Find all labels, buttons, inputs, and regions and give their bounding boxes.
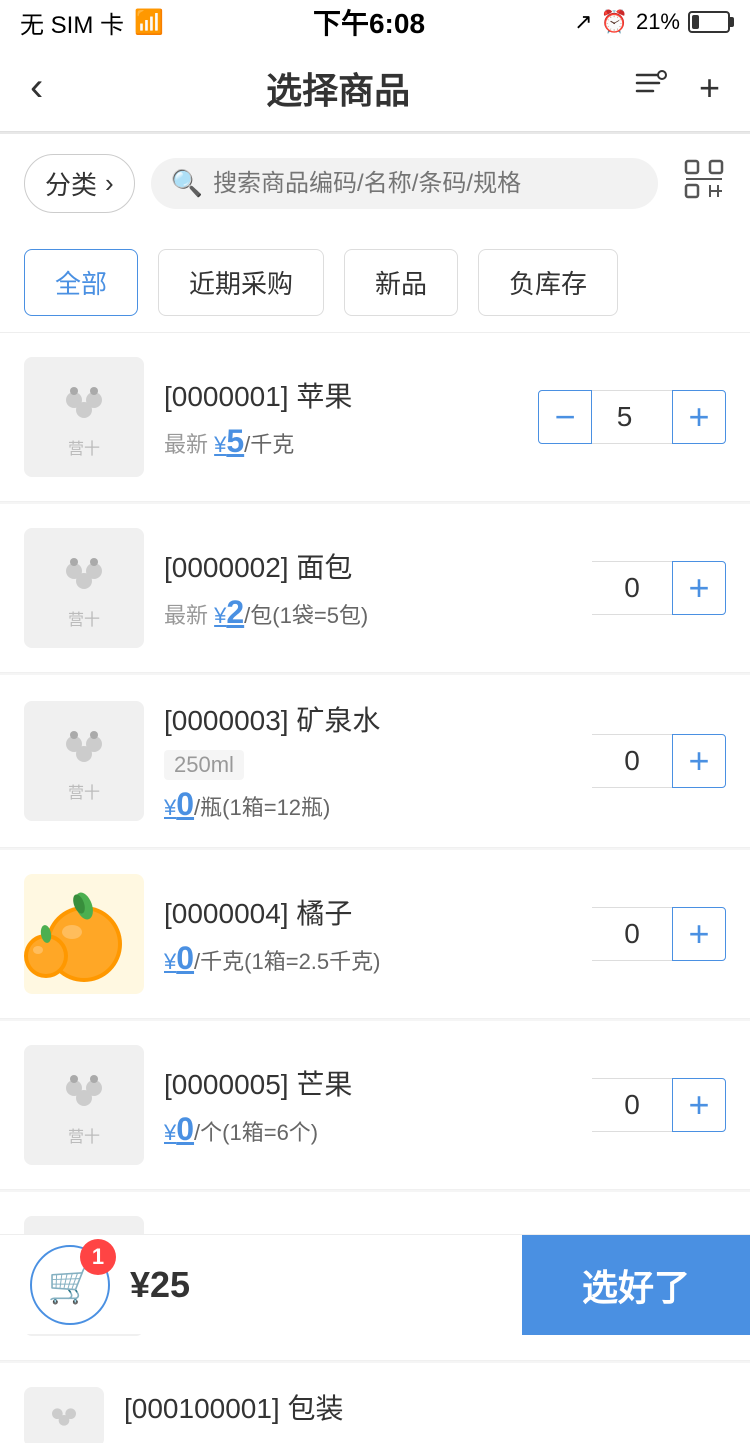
quantity-display: 0 <box>592 734 672 788</box>
status-right: ↗ ⏰ 21% <box>574 9 730 35</box>
product-thumbnail <box>24 874 144 994</box>
product-price: ¥0/个(1箱=6个) <box>164 1111 572 1148</box>
confirm-button[interactable]: 选好了 <box>522 1235 750 1335</box>
cart-total: ¥25 <box>130 1264 190 1306</box>
list-item: 营十 [0000002] 面包 最新 ¥2/包(1袋=5包) 0 + <box>0 504 750 673</box>
alarm-icon: ⏰ <box>601 9 628 35</box>
quantity-decrease-button[interactable]: − <box>538 390 592 444</box>
quantity-increase-button[interactable]: + <box>672 1078 726 1132</box>
search-box: 🔍 <box>151 158 658 209</box>
page-title: 选择商品 <box>266 62 410 114</box>
product-name: [0000001] 苹果 <box>164 375 518 415</box>
quantity-display: 0 <box>592 907 672 961</box>
quantity-control: 0 + <box>592 561 726 615</box>
quantity-control: 0 + <box>592 734 726 788</box>
product-info: [0000005] 芒果 ¥0/个(1箱=6个) <box>164 1063 572 1148</box>
list-item: [0000004] 橘子 ¥0/千克(1箱=2.5千克) 0 + <box>0 850 750 1019</box>
placeholder-image <box>24 1387 104 1443</box>
quantity-control: 0 + <box>592 1078 726 1132</box>
product-thumbnail: 营十 <box>24 357 144 477</box>
placeholder-image: 营十 <box>24 357 144 477</box>
battery-percent: 21% <box>636 9 680 35</box>
search-icon: 🔍 <box>171 168 203 199</box>
tab-recent[interactable]: 近期采购 <box>158 249 324 316</box>
location-icon: ↗ <box>574 9 592 35</box>
scan-icon[interactable] <box>682 157 726 210</box>
filter-icon[interactable] <box>633 65 669 110</box>
product-info: [0000002] 面包 最新 ¥2/包(1袋=5包) <box>164 546 572 631</box>
product-price: 最新 ¥2/包(1袋=5包) <box>164 594 572 631</box>
quantity-control: 0 + <box>592 907 726 961</box>
product-name: [0000002] 面包 <box>164 546 572 586</box>
status-bar: 无 SIM 卡 📶 下午6:08 ↗ ⏰ 21% <box>0 0 750 44</box>
nav-right: + <box>633 65 720 110</box>
placeholder-image: 营十 <box>24 1045 144 1165</box>
quantity-display: 0 <box>592 561 672 615</box>
product-name: [0000005] 芒果 <box>164 1063 572 1103</box>
product-price: ¥0/瓶(1箱=12瓶) <box>164 786 572 823</box>
product-thumbnail: 营十 <box>24 1045 144 1165</box>
nav-left: ‹ <box>30 65 43 110</box>
product-info: [0000004] 橘子 ¥0/千克(1箱=2.5千克) <box>164 892 572 977</box>
carrier-text: 无 SIM 卡 <box>20 5 124 40</box>
search-input[interactable] <box>213 170 638 198</box>
add-icon[interactable]: + <box>699 67 720 109</box>
product-info: [0000001] 苹果 最新 ¥5/千克 <box>164 375 518 460</box>
quantity-input[interactable] <box>592 390 672 444</box>
quantity-increase-button[interactable]: + <box>672 561 726 615</box>
product-price: 最新 ¥5/千克 <box>164 423 518 460</box>
status-left: 无 SIM 卡 📶 <box>20 5 164 40</box>
quantity-increase-button[interactable]: + <box>672 907 726 961</box>
quantity-increase-button[interactable]: + <box>672 390 726 444</box>
product-info: [0000003] 矿泉水 250ml ¥0/瓶(1箱=12瓶) <box>164 699 572 823</box>
quantity-control: − + <box>538 390 726 444</box>
tab-all[interactable]: 全部 <box>24 249 138 316</box>
product-thumbnail: 营十 <box>24 701 144 821</box>
product-price: ¥0/千克(1箱=2.5千克) <box>164 940 572 977</box>
filter-bar: 分类 › 🔍 <box>0 134 750 233</box>
cart-icon-button[interactable]: 🛒 1 <box>30 1245 110 1325</box>
list-item: 营十 [0000003] 矿泉水 250ml ¥0/瓶(1箱=12瓶) 0 + <box>0 675 750 848</box>
quantity-display: 0 <box>592 1078 672 1132</box>
back-button[interactable]: ‹ <box>30 65 43 110</box>
list-item: 营十 [0000001] 苹果 最新 ¥5/千克 − + <box>0 333 750 502</box>
cart-badge: 1 <box>80 1239 116 1275</box>
tabs-bar: 全部 近期采购 新品 负库存 <box>0 233 750 333</box>
wifi-icon: 📶 <box>134 8 164 37</box>
cart-area: 🛒 1 ¥25 <box>30 1245 190 1325</box>
product-name: [0000003] 矿泉水 <box>164 699 572 739</box>
status-time: 下午6:08 <box>313 2 425 42</box>
product-spec: 250ml <box>164 750 244 780</box>
tab-negative[interactable]: 负库存 <box>478 249 618 316</box>
nav-bar: ‹ 选择商品 + <box>0 44 750 132</box>
placeholder-image: 营十 <box>24 528 144 648</box>
battery-icon <box>688 11 730 33</box>
quantity-increase-button[interactable]: + <box>672 734 726 788</box>
bottom-bar: 🛒 1 ¥25 选好了 <box>0 1234 750 1334</box>
product-info: [000100001] 包装 <box>124 1387 726 1435</box>
category-label: 分类 <box>45 165 97 202</box>
category-button[interactable]: 分类 › <box>24 154 135 213</box>
placeholder-image: 营十 <box>24 701 144 821</box>
tab-new[interactable]: 新品 <box>344 249 458 316</box>
product-name: [000100001] 包装 <box>124 1387 726 1427</box>
product-name: [0000004] 橘子 <box>164 892 572 932</box>
list-item: [000100001] 包装 <box>0 1363 750 1443</box>
list-item: 营十 [0000005] 芒果 ¥0/个(1箱=6个) 0 + <box>0 1021 750 1190</box>
product-thumbnail: 营十 <box>24 528 144 648</box>
product-thumbnail <box>24 1387 104 1443</box>
category-chevron: › <box>105 168 114 199</box>
